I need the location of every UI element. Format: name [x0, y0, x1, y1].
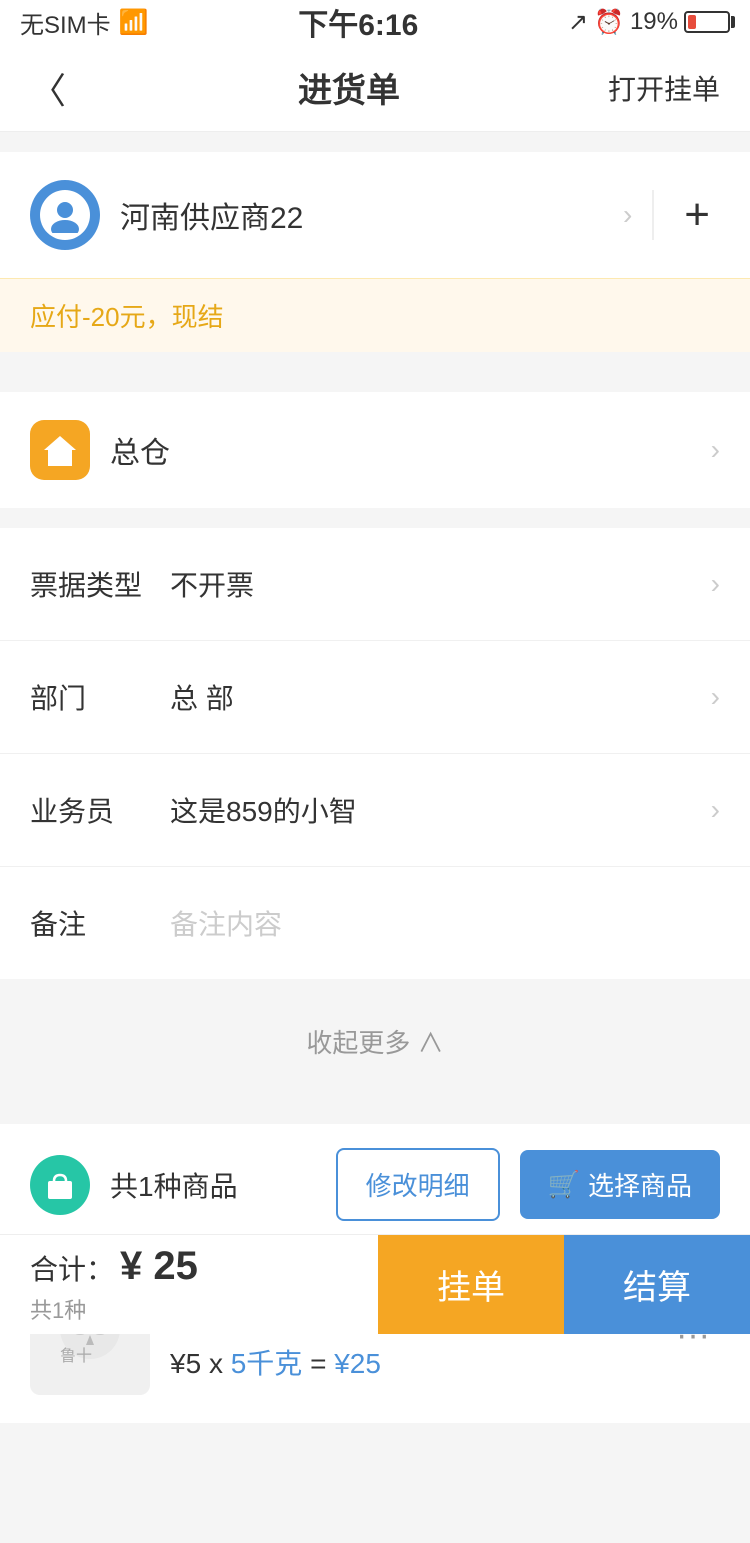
wifi-icon: 📶: [119, 8, 149, 37]
remark-row[interactable]: 备注 备注内容: [0, 866, 750, 979]
sales-value: 这是859的小智: [170, 790, 701, 830]
page-title: 进货单: [298, 63, 400, 112]
dept-value: 总 部: [170, 677, 701, 717]
total-count: 共1种: [30, 1293, 348, 1325]
product-header: 共1种商品 修改明细 🛒 选择商品: [0, 1124, 750, 1245]
battery-icon: [684, 11, 730, 33]
open-pending-button[interactable]: 打开挂单: [608, 68, 720, 108]
battery-text: 19%: [630, 8, 678, 36]
battery-fill: [688, 15, 696, 29]
dept-label: 部门: [30, 677, 170, 717]
total-label-text: 合计：: [30, 1248, 114, 1288]
remark-placeholder[interactable]: 备注内容: [170, 903, 720, 943]
remark-label: 备注: [30, 903, 170, 943]
invoice-label: 票据类型: [30, 564, 170, 604]
warehouse-row[interactable]: 总仓 ›: [0, 392, 750, 508]
supplier-chevron-icon: ›: [623, 199, 632, 231]
warehouse-icon: [30, 420, 90, 480]
supplier-section: 河南供应商22 › + 应付-20元，现结: [0, 152, 750, 352]
invoice-value: 不开票: [170, 564, 701, 604]
invoice-row[interactable]: 票据类型 不开票 ›: [0, 528, 750, 640]
supplier-avatar-inner: [40, 190, 90, 240]
checkout-button[interactable]: 结算: [564, 1235, 750, 1334]
shop-bag-icon: [42, 1167, 78, 1203]
supplier-avatar: [30, 180, 100, 250]
sales-chevron-icon: ›: [711, 794, 720, 826]
status-bar: 无SIM卡 📶 下午6:16 ↗ ⏰ 19%: [0, 0, 750, 44]
warehouse-chevron-icon: ›: [711, 434, 720, 466]
price-separator: x: [209, 1348, 231, 1379]
product-unit-price: ¥5: [170, 1348, 201, 1379]
location-icon: ↗: [568, 8, 588, 37]
product-quantity: 5千克: [231, 1348, 303, 1379]
svg-text:鲁十: 鲁十: [60, 1347, 92, 1365]
invoice-chevron-icon: ›: [711, 568, 720, 600]
select-product-button[interactable]: 🛒 选择商品: [520, 1150, 720, 1219]
product-icon: [30, 1155, 90, 1215]
add-supplier-button[interactable]: +: [674, 190, 720, 240]
form-section: 票据类型 不开票 › 部门 总 部 › 业务员 这是859的小智 › 备注 备注…: [0, 528, 750, 979]
section-gap-3: [0, 508, 750, 528]
house-icon: [42, 432, 78, 468]
product-total: ¥25: [334, 1348, 381, 1379]
sales-row[interactable]: 业务员 这是859的小智 ›: [0, 753, 750, 866]
select-product-label: 选择商品: [588, 1166, 692, 1203]
collapse-button[interactable]: 收起更多 ∧: [0, 999, 750, 1084]
supplier-row[interactable]: 河南供应商22 › +: [0, 152, 750, 278]
person-icon: [47, 197, 83, 233]
product-count-label: 共1种商品: [110, 1165, 316, 1205]
bottom-pad: [0, 1423, 750, 1543]
notice-bar: 应付-20元，现结: [0, 278, 750, 352]
dept-row[interactable]: 部门 总 部 ›: [0, 640, 750, 753]
total-section: 合计： ¥ 25 共1种: [0, 1235, 378, 1334]
section-gap-2: [0, 352, 750, 372]
nav-bar: 〈 进货单 打开挂单: [0, 44, 750, 132]
back-button[interactable]: 〈: [30, 62, 90, 114]
sales-label: 业务员: [30, 790, 170, 830]
status-time: 下午6:16: [298, 0, 418, 44]
hang-order-button[interactable]: 挂单: [378, 1235, 564, 1334]
supplier-name: 河南供应商22: [120, 193, 613, 237]
status-left: 无SIM卡 📶: [20, 5, 149, 40]
alarm-icon: ⏰: [594, 8, 624, 37]
warehouse-name: 总仓: [110, 428, 701, 472]
status-right: ↗ ⏰ 19%: [568, 8, 730, 37]
total-amount: ¥ 25: [120, 1244, 198, 1289]
carrier-text: 无SIM卡: [20, 5, 111, 40]
section-gap-4: [0, 1084, 750, 1104]
section-gap-1: [0, 132, 750, 152]
dept-chevron-icon: ›: [711, 681, 720, 713]
total-label-row: 合计： ¥ 25: [30, 1244, 348, 1289]
select-product-icon: 🛒: [548, 1169, 580, 1200]
supplier-divider: [652, 190, 654, 240]
bottom-toolbar: 合计： ¥ 25 共1种 挂单 结算: [0, 1234, 750, 1334]
edit-detail-button[interactable]: 修改明细: [336, 1148, 500, 1221]
product-price: ¥5 x 5千克 = ¥25: [170, 1342, 646, 1382]
price-equals: =: [310, 1348, 334, 1379]
